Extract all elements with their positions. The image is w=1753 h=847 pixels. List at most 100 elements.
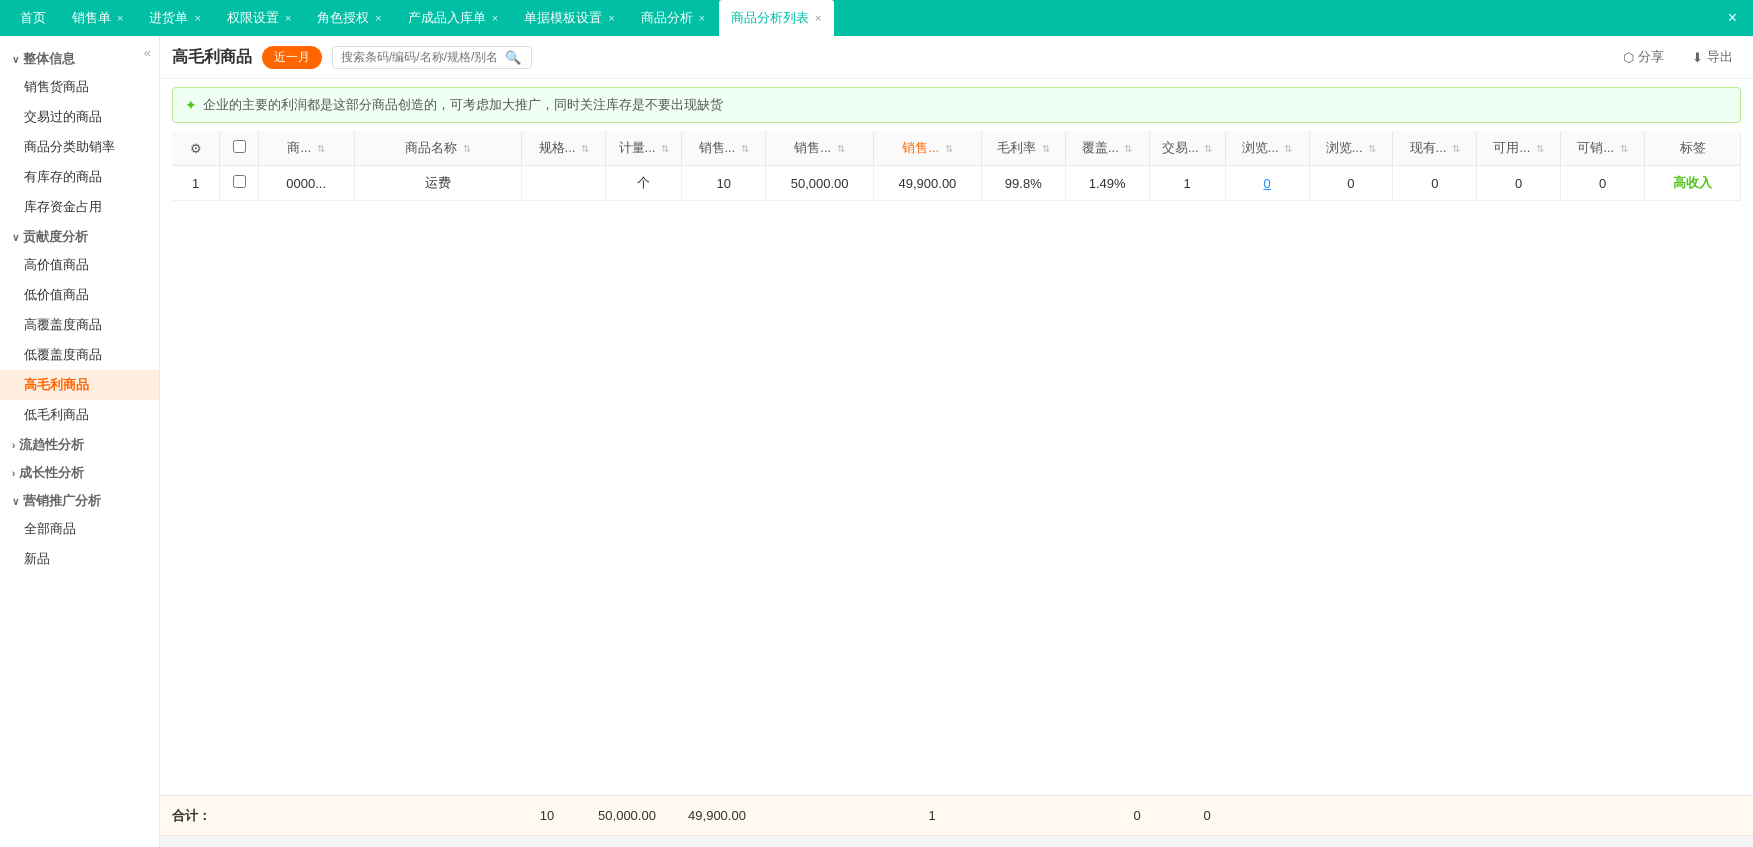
sidebar-item-low-coverage[interactable]: 低覆盖度商品 xyxy=(0,340,159,370)
search-input[interactable] xyxy=(341,50,501,64)
col-header-code[interactable]: 商... ⇅ xyxy=(258,131,354,166)
window-close-button[interactable]: × xyxy=(1720,5,1745,31)
nav-sales-order[interactable]: 销售单 × xyxy=(60,0,135,36)
cell-coverage: 1.49% xyxy=(1065,166,1149,201)
search-icon[interactable]: 🔍 xyxy=(505,50,521,65)
sidebar-item-stocked-goods[interactable]: 有库存的商品 xyxy=(0,162,159,192)
sort-icon-stock2: ⇅ xyxy=(1536,143,1544,154)
col-header-sale1[interactable]: 销售... ⇅ xyxy=(766,131,874,166)
cell-index: 1 xyxy=(172,166,220,201)
footer-qty: 10 xyxy=(512,808,582,823)
col-header-trade[interactable]: 交易... ⇅ xyxy=(1149,131,1225,166)
sidebar-item-traded-goods[interactable]: 交易过的商品 xyxy=(0,102,159,132)
cell-browse2: 0 xyxy=(1309,166,1393,201)
cell-browse1[interactable]: 0 xyxy=(1225,166,1309,201)
nav-close-purchase[interactable]: × xyxy=(194,12,200,24)
cell-gross-rate: 99.8% xyxy=(981,166,1065,201)
nav-close-analysis-list[interactable]: × xyxy=(815,12,821,24)
footer-empty4 xyxy=(962,808,1032,823)
bottom-scrollbar[interactable] xyxy=(160,835,1753,847)
cell-checkbox[interactable] xyxy=(220,166,258,201)
col-header-browse2[interactable]: 浏览... ⇅ xyxy=(1309,131,1393,166)
cell-spec xyxy=(522,166,606,201)
sidebar-item-new-goods[interactable]: 新品 xyxy=(0,544,159,574)
sidebar-item-low-value[interactable]: 低价值商品 xyxy=(0,280,159,310)
filter-recent-month-button[interactable]: 近一月 xyxy=(262,46,322,69)
cell-unit: 个 xyxy=(606,166,682,201)
cell-code: 0000... xyxy=(258,166,354,201)
col-header-settings[interactable]: ⚙ xyxy=(172,131,220,166)
col-header-qty[interactable]: 销售... ⇅ xyxy=(682,131,766,166)
nav-product-analysis-list[interactable]: 商品分析列表 × xyxy=(719,0,833,36)
nav-close-permissions[interactable]: × xyxy=(285,12,291,24)
header-actions: ⬡ 分享 ⬇ 导出 xyxy=(1615,44,1741,70)
sidebar-collapse-button[interactable]: « xyxy=(144,44,151,60)
sidebar-item-category-rate[interactable]: 商品分类助销率 xyxy=(0,132,159,162)
sidebar-group-marketing[interactable]: ∨ 营销推广分析 xyxy=(0,486,159,514)
nav-role-auth[interactable]: 角色授权 × xyxy=(305,0,393,36)
sidebar-group-trend[interactable]: › 流趋性分析 xyxy=(0,430,159,458)
col-header-tag[interactable]: 标签 xyxy=(1645,131,1741,166)
nav-close-role[interactable]: × xyxy=(375,12,381,24)
table-header-row: ⚙ 商... ⇅ 商品名称 ⇅ 规格... xyxy=(172,131,1741,166)
footer-sale1: 50,000.00 xyxy=(582,808,672,823)
sidebar-group-overall[interactable]: ∨ 整体信息 xyxy=(0,44,159,72)
col-header-spec[interactable]: 规格... ⇅ xyxy=(522,131,606,166)
sort-icon-browse2: ⇅ xyxy=(1368,143,1376,154)
footer-empty5 xyxy=(1032,808,1102,823)
sidebar-group-growth[interactable]: › 成长性分析 xyxy=(0,458,159,486)
cell-tag: 高收入 xyxy=(1645,166,1741,201)
export-button[interactable]: ⬇ 导出 xyxy=(1684,44,1741,70)
sort-icon-qty: ⇅ xyxy=(741,143,749,154)
col-header-checkbox[interactable] xyxy=(220,131,258,166)
content-header: 高毛利商品 近一月 🔍 ⬡ 分享 ⬇ 导出 xyxy=(160,36,1753,79)
top-nav: 首页 销售单 × 进货单 × 权限设置 × 角色授权 × 产成品入库单 × 单据… xyxy=(0,0,1753,36)
sidebar-item-high-value[interactable]: 高价值商品 xyxy=(0,250,159,280)
sort-icon-sale3: ⇅ xyxy=(1620,143,1628,154)
share-icon: ⬡ xyxy=(1623,50,1634,65)
footer-empty2 xyxy=(762,808,832,823)
chevron-down-icon3: ∨ xyxy=(12,496,19,507)
row-checkbox[interactable] xyxy=(233,175,246,188)
col-header-browse1[interactable]: 浏览... ⇅ xyxy=(1225,131,1309,166)
col-header-stock2[interactable]: 可用... ⇅ xyxy=(1477,131,1561,166)
sidebar-item-inventory-capital[interactable]: 库存资金占用 xyxy=(0,192,159,222)
col-header-sale2[interactable]: 销售... ⇅ xyxy=(874,131,982,166)
col-header-gross-rate[interactable]: 毛利率 ⇅ xyxy=(981,131,1065,166)
cell-stock2: 0 xyxy=(1477,166,1561,201)
sidebar-group-contribution[interactable]: ∨ 贡献度分析 xyxy=(0,222,159,250)
col-header-sale3[interactable]: 可销... ⇅ xyxy=(1561,131,1645,166)
sort-icon-code: ⇅ xyxy=(317,143,325,154)
footer-empty3 xyxy=(832,808,902,823)
sort-icon-spec: ⇅ xyxy=(581,143,589,154)
sort-icon-gross: ⇅ xyxy=(1042,143,1050,154)
sidebar-item-all-goods[interactable]: 全部商品 xyxy=(0,514,159,544)
col-header-unit[interactable]: 计量... ⇅ xyxy=(606,131,682,166)
content-area: 高毛利商品 近一月 🔍 ⬡ 分享 ⬇ 导出 ✦ 企业的主要的利润都是这部分商品创… xyxy=(160,36,1753,847)
nav-close-analysis[interactable]: × xyxy=(699,12,705,24)
nav-permissions[interactable]: 权限设置 × xyxy=(215,0,303,36)
nav-close-template[interactable]: × xyxy=(608,12,614,24)
select-all-checkbox[interactable] xyxy=(233,140,246,153)
nav-home[interactable]: 首页 xyxy=(8,0,58,36)
nav-purchase-order[interactable]: 进货单 × xyxy=(137,0,212,36)
col-header-coverage[interactable]: 覆盖... ⇅ xyxy=(1065,131,1149,166)
col-header-name[interactable]: 商品名称 ⇅ xyxy=(354,131,522,166)
chevron-right-icon: › xyxy=(12,440,15,451)
share-button[interactable]: ⬡ 分享 xyxy=(1615,44,1672,70)
sidebar-item-high-gross[interactable]: 高毛利商品 xyxy=(0,370,159,400)
sort-icon-stock1: ⇅ xyxy=(1452,143,1460,154)
nav-close-sales[interactable]: × xyxy=(117,12,123,24)
cell-sale2: 49,900.00 xyxy=(874,166,982,201)
sidebar-item-high-coverage[interactable]: 高覆盖度商品 xyxy=(0,310,159,340)
nav-product-inbound[interactable]: 产成品入库单 × xyxy=(396,0,510,36)
nav-close-inbound[interactable]: × xyxy=(492,12,498,24)
sidebar-item-low-gross[interactable]: 低毛利商品 xyxy=(0,400,159,430)
nav-template-settings[interactable]: 单据模板设置 × xyxy=(512,0,626,36)
sidebar-item-sales-goods[interactable]: 销售货商品 xyxy=(0,72,159,102)
sort-icon-browse1: ⇅ xyxy=(1284,143,1292,154)
sort-icon-name: ⇅ xyxy=(463,143,471,154)
table-wrapper[interactable]: ⚙ 商... ⇅ 商品名称 ⇅ 规格... xyxy=(172,131,1741,795)
col-header-stock1[interactable]: 现有... ⇅ xyxy=(1393,131,1477,166)
nav-product-analysis[interactable]: 商品分析 × xyxy=(629,0,717,36)
